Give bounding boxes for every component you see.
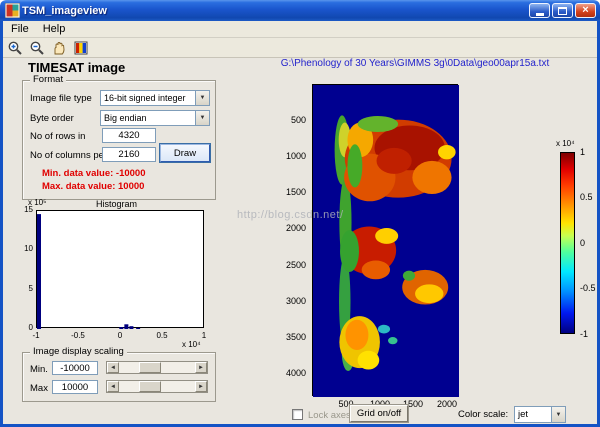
histogram-title: Histogram <box>96 199 137 209</box>
map-y-tick: 4000 <box>270 368 306 378</box>
slider-left-arrow-icon[interactable]: ◄ <box>107 381 119 392</box>
byte-order-label: Byte order <box>30 113 74 124</box>
maximize-icon <box>558 7 567 15</box>
watermark-text: http://blog.csdn.net/ <box>237 209 344 221</box>
window-border-left <box>0 21 3 427</box>
minimize-button[interactable] <box>529 3 550 18</box>
format-group-legend: Format <box>30 74 66 85</box>
lock-axes-checkbox[interactable] <box>292 409 303 420</box>
hist-x-tick: -0.5 <box>66 331 90 340</box>
map-y-tick: 2000 <box>270 223 306 233</box>
hist-y-tick: 15 <box>12 205 33 214</box>
image-display-scaling-group: Image display scaling <box>22 352 216 402</box>
map-plot[interactable] <box>312 84 458 396</box>
scaling-max-label: Max <box>30 383 48 394</box>
scaling-min-label: Min. <box>30 364 48 375</box>
hist-x-tick: -1 <box>24 331 48 340</box>
slider-right-arrow-icon[interactable]: ► <box>195 381 207 392</box>
toolbar <box>0 38 600 58</box>
title-bar: TSM_imageview × <box>0 0 600 21</box>
map-y-tick: 3000 <box>270 296 306 306</box>
colorbar-icon <box>73 40 89 56</box>
lock-axes-label: Lock axes <box>308 410 351 421</box>
menu-help[interactable]: Help <box>36 22 73 36</box>
hist-x-tick: 1 <box>192 331 216 340</box>
page-title: TIMESAT image <box>28 60 125 75</box>
world-map-image <box>313 85 459 397</box>
menu-file[interactable]: File <box>4 22 36 36</box>
image-file-type-select[interactable]: 16-bit signed integer ▼ <box>100 90 210 106</box>
scaling-min-input[interactable] <box>52 361 98 375</box>
window-title: TSM_imageview <box>22 5 107 17</box>
slider-thumb[interactable] <box>139 381 161 392</box>
zoom-in-button[interactable] <box>5 39 24 57</box>
file-path-text: G:\Phenology of 30 Years\GIMMS 3g\0Data\… <box>255 58 575 69</box>
zoom-out-icon <box>29 40 45 56</box>
rows-input[interactable] <box>102 128 156 143</box>
pan-hand-icon <box>51 40 67 56</box>
color-scale-select[interactable]: jet ▼ <box>514 406 566 423</box>
columns-label: No of columns per <box>30 150 107 161</box>
chevron-down-icon[interactable]: ▼ <box>551 407 565 422</box>
map-x-tick: 2000 <box>432 399 462 409</box>
zoom-in-icon <box>7 40 23 56</box>
map-y-tick: 1000 <box>270 151 306 161</box>
map-y-tick: 1500 <box>270 187 306 197</box>
hist-y-tick: 10 <box>12 244 33 253</box>
hist-x-tick: 0 <box>108 331 132 340</box>
hist-x-tick: 0.5 <box>150 331 174 340</box>
minimize-icon <box>536 13 544 16</box>
rows-label: No of rows in <box>30 131 85 142</box>
zoom-out-button[interactable] <box>27 39 46 57</box>
slider-track[interactable] <box>119 381 195 392</box>
color-scale-value: jet <box>515 409 551 420</box>
close-button[interactable]: × <box>575 3 596 18</box>
hist-x-exponent: x 10⁴ <box>182 340 201 349</box>
colorbar-exponent: x 10⁴ <box>556 139 575 148</box>
max-data-value-text: Max. data value: 10000 <box>42 181 144 192</box>
pan-button[interactable] <box>49 39 68 57</box>
colorbar-button[interactable] <box>71 39 90 57</box>
min-data-value-text: Min. data value: -10000 <box>42 168 145 179</box>
color-scale-label: Color scale: <box>458 409 508 420</box>
image-file-type-label: Image file type <box>30 93 92 104</box>
scaling-group-legend: Image display scaling <box>30 346 127 357</box>
maximize-button[interactable] <box>552 3 573 18</box>
histogram-plot <box>36 210 204 328</box>
max-scale-slider[interactable]: ◄ ► <box>106 380 208 393</box>
grid-onoff-button[interactable]: Grid on/off <box>350 405 408 422</box>
scaling-max-input[interactable] <box>52 380 98 394</box>
image-file-type-value: 16-bit signed integer <box>101 93 195 103</box>
close-icon: × <box>582 5 588 16</box>
chevron-down-icon[interactable]: ▼ <box>195 91 209 105</box>
byte-order-select[interactable]: Big endian ▼ <box>100 110 210 126</box>
slider-right-arrow-icon[interactable]: ► <box>195 362 207 373</box>
slider-thumb[interactable] <box>139 362 161 373</box>
map-y-tick: 500 <box>270 115 306 125</box>
app-icon <box>5 3 20 18</box>
map-y-tick: 3500 <box>270 332 306 342</box>
columns-input[interactable] <box>102 147 156 162</box>
byte-order-value: Big endian <box>101 113 195 123</box>
slider-track[interactable] <box>119 362 195 373</box>
map-y-tick: 2500 <box>270 260 306 270</box>
histogram-bars <box>37 211 205 329</box>
hist-y-tick: 5 <box>12 284 33 293</box>
colorbar <box>560 152 575 334</box>
min-scale-slider[interactable]: ◄ ► <box>106 361 208 374</box>
chevron-down-icon[interactable]: ▼ <box>195 111 209 125</box>
slider-left-arrow-icon[interactable]: ◄ <box>107 362 119 373</box>
menu-bar: File Help <box>0 21 600 38</box>
draw-button[interactable]: Draw <box>160 144 210 162</box>
app-window: TSM_imageview × File Help <box>0 0 600 427</box>
